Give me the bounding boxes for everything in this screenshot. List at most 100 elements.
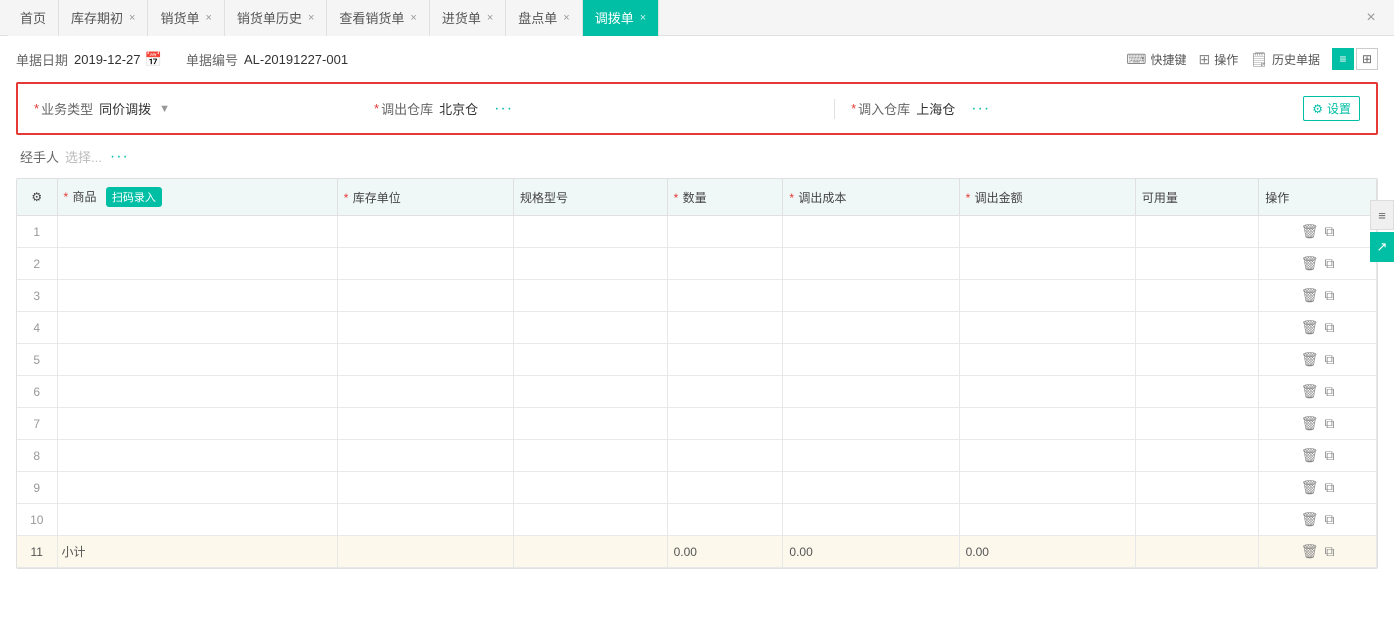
cell-product[interactable]: [57, 216, 337, 248]
cell-available[interactable]: [1135, 312, 1258, 344]
copy-icon[interactable]: ⧉: [1324, 319, 1334, 336]
delete-icon[interactable]: 🗑: [1301, 255, 1319, 272]
close-all-tabs-button[interactable]: ×: [1356, 3, 1386, 33]
cell-cost[interactable]: [783, 280, 959, 312]
cell-product[interactable]: [57, 344, 337, 376]
copy-icon[interactable]: ⧉: [1324, 255, 1334, 272]
copy-icon[interactable]: ⧉: [1324, 543, 1334, 560]
cell-qty[interactable]: [667, 376, 783, 408]
th-settings[interactable]: ⚙: [17, 179, 57, 216]
copy-icon[interactable]: ⧉: [1324, 479, 1334, 496]
cell-qty[interactable]: [667, 312, 783, 344]
business-type-value[interactable]: 同价调拨: [99, 99, 151, 118]
delete-icon[interactable]: 🗑: [1301, 511, 1319, 528]
person-input[interactable]: 选择...: [65, 147, 102, 166]
close-tab-sales-order[interactable]: ×: [205, 12, 211, 24]
cell-qty[interactable]: [667, 504, 783, 536]
cell-cost[interactable]: [783, 248, 959, 280]
cell-amount[interactable]: [959, 440, 1135, 472]
cell-qty[interactable]: [667, 408, 783, 440]
delete-icon[interactable]: 🗑: [1301, 287, 1319, 304]
out-warehouse-more-icon[interactable]: ···: [494, 100, 513, 118]
scan-entry-button[interactable]: 扫码录入: [106, 187, 162, 207]
cell-amount[interactable]: [959, 408, 1135, 440]
cell-qty[interactable]: [667, 440, 783, 472]
copy-icon[interactable]: ⧉: [1324, 351, 1334, 368]
cell-amount[interactable]: [959, 344, 1135, 376]
close-tab-view-sales[interactable]: ×: [410, 12, 416, 24]
delete-icon[interactable]: 🗑: [1301, 447, 1319, 464]
cell-spec[interactable]: [514, 248, 668, 280]
tab-sales-history[interactable]: 销货单历史 ×: [225, 0, 327, 36]
delete-icon[interactable]: 🗑: [1301, 319, 1319, 336]
cell-available[interactable]: [1135, 216, 1258, 248]
cell-product[interactable]: [57, 280, 337, 312]
cell-available[interactable]: [1135, 376, 1258, 408]
business-type-dropdown-icon[interactable]: ▼: [159, 103, 170, 115]
cell-spec[interactable]: [514, 440, 668, 472]
cell-available[interactable]: [1135, 472, 1258, 504]
cell-product[interactable]: [57, 408, 337, 440]
tab-inventory-check[interactable]: 盘点单 ×: [506, 0, 582, 36]
copy-icon[interactable]: ⧉: [1324, 415, 1334, 432]
person-more-icon[interactable]: ···: [110, 148, 129, 166]
cell-unit[interactable]: [337, 504, 513, 536]
cell-qty[interactable]: [667, 216, 783, 248]
in-warehouse-value[interactable]: 上海仓: [916, 99, 955, 118]
operation-button[interactable]: ⊞ 操作: [1198, 51, 1238, 68]
cell-product[interactable]: [57, 440, 337, 472]
cell-unit[interactable]: [337, 408, 513, 440]
cell-spec[interactable]: [514, 216, 668, 248]
cell-cost[interactable]: [783, 440, 959, 472]
tab-sales-order[interactable]: 销货单 ×: [148, 0, 224, 36]
delete-icon[interactable]: 🗑: [1301, 351, 1319, 368]
cell-unit[interactable]: [337, 248, 513, 280]
tab-view-sales[interactable]: 查看销货单 ×: [327, 0, 429, 36]
cell-unit[interactable]: [337, 216, 513, 248]
copy-icon[interactable]: ⧉: [1324, 287, 1334, 304]
cell-unit[interactable]: [337, 440, 513, 472]
cell-cost[interactable]: [783, 344, 959, 376]
cell-amount[interactable]: [959, 504, 1135, 536]
cell-spec[interactable]: [514, 504, 668, 536]
cell-amount[interactable]: [959, 280, 1135, 312]
cell-cost[interactable]: [783, 408, 959, 440]
cell-spec[interactable]: [514, 376, 668, 408]
cell-qty[interactable]: [667, 248, 783, 280]
copy-icon[interactable]: ⧉: [1324, 511, 1334, 528]
cell-qty[interactable]: [667, 472, 783, 504]
copy-icon[interactable]: ⧉: [1324, 223, 1334, 240]
cell-available[interactable]: [1135, 248, 1258, 280]
delete-icon[interactable]: 🗑: [1301, 383, 1319, 400]
cell-spec[interactable]: [514, 344, 668, 376]
cell-unit[interactable]: [337, 344, 513, 376]
cell-unit[interactable]: [337, 472, 513, 504]
cell-spec[interactable]: [514, 408, 668, 440]
settings-button[interactable]: ⚙ 设置: [1303, 96, 1360, 121]
cell-available[interactable]: [1135, 504, 1258, 536]
in-warehouse-more-icon[interactable]: ···: [971, 100, 990, 118]
delete-icon[interactable]: 🗑: [1301, 415, 1319, 432]
tab-home[interactable]: 首页: [8, 0, 59, 36]
cell-amount[interactable]: [959, 216, 1135, 248]
history-button[interactable]: 🗒 历史单据: [1250, 51, 1320, 68]
copy-icon[interactable]: ⧉: [1324, 447, 1334, 464]
close-tab-sales-history[interactable]: ×: [308, 12, 314, 24]
cell-amount[interactable]: [959, 472, 1135, 504]
tab-transfer-order[interactable]: 调拨单 ×: [583, 0, 659, 36]
cell-product[interactable]: [57, 248, 337, 280]
layout-btn-list[interactable]: ≡: [1332, 48, 1354, 70]
cell-unit[interactable]: [337, 376, 513, 408]
float-list-icon[interactable]: ≡: [1370, 200, 1394, 230]
close-tab-inventory-check[interactable]: ×: [563, 12, 569, 24]
table-scroll-area[interactable]: ⚙ * 商品 扫码录入 * 库存单位 规格型号: [17, 179, 1377, 568]
delete-icon[interactable]: 🗑: [1301, 479, 1319, 496]
close-tab-purchase-order[interactable]: ×: [487, 12, 493, 24]
tab-inventory-init[interactable]: 库存期初 ×: [59, 0, 148, 36]
tab-purchase-order[interactable]: 进货单 ×: [430, 0, 506, 36]
cell-product[interactable]: [57, 504, 337, 536]
cell-available[interactable]: [1135, 344, 1258, 376]
shortcut-button[interactable]: ⌨ 快捷键: [1126, 51, 1186, 68]
cell-product[interactable]: [57, 376, 337, 408]
cell-amount[interactable]: [959, 376, 1135, 408]
